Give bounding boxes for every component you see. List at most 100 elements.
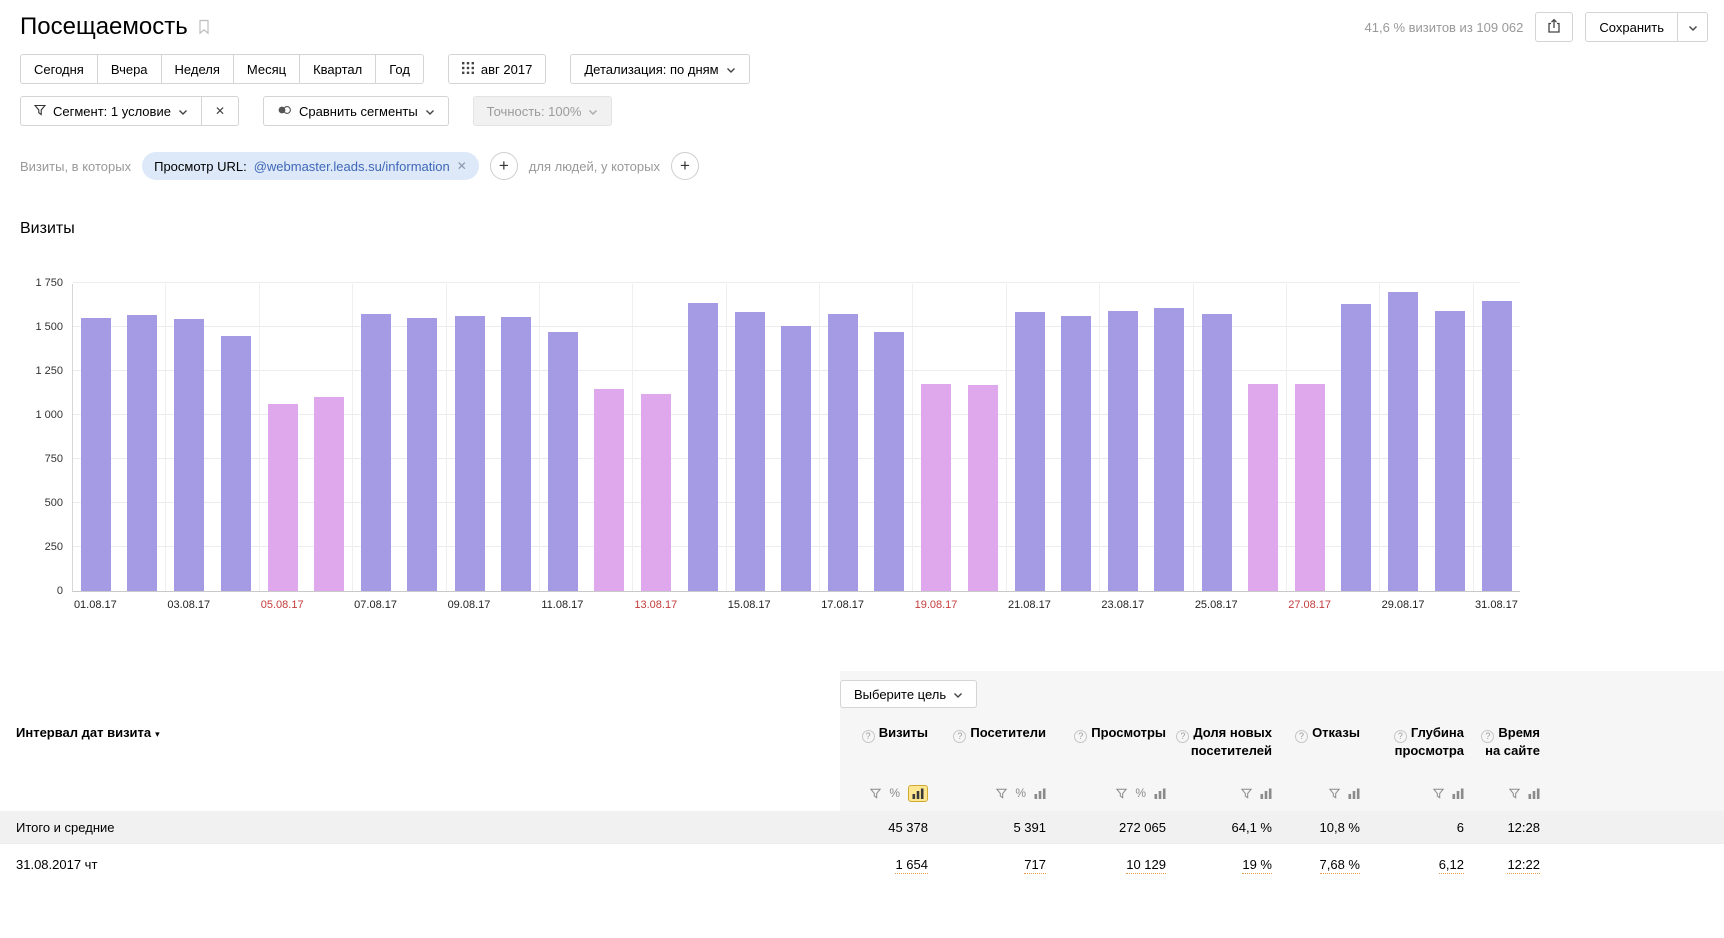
metrica-traffic-page: Посещаемость 41,6 % визитов из 109 062 С… xyxy=(0,0,1724,938)
column-header-0[interactable]: ? Визиты xyxy=(840,725,938,744)
detail-level-button[interactable]: Детализация: по дням xyxy=(570,54,750,84)
bar-30.08.17[interactable] xyxy=(1434,311,1465,591)
period-preset-3[interactable]: Месяц xyxy=(232,54,301,84)
value-link[interactable]: 10 129 xyxy=(1126,857,1166,874)
chevron-down-icon xyxy=(178,104,188,119)
bar-14.08.17[interactable] xyxy=(687,303,718,591)
help-icon[interactable]: ? xyxy=(1074,730,1088,744)
filter-tool-icon[interactable] xyxy=(1329,788,1340,799)
help-icon[interactable]: ? xyxy=(1295,730,1309,744)
add-people-condition-button[interactable]: + xyxy=(670,152,699,180)
bar-01.08.17[interactable] xyxy=(81,318,112,591)
value-link[interactable]: 6,12 xyxy=(1438,857,1464,874)
bar-20.08.17[interactable] xyxy=(967,385,998,591)
filter-tool-icon[interactable] xyxy=(1509,788,1520,799)
bar-19.08.17[interactable] xyxy=(921,384,952,591)
percent-tool-icon[interactable]: % xyxy=(889,786,900,800)
column-header-1[interactable]: ? Посетители xyxy=(938,725,1056,744)
bar-06.08.17[interactable] xyxy=(314,397,345,591)
percent-tool-icon[interactable]: % xyxy=(1015,786,1026,800)
chevron-down-icon xyxy=(726,62,736,77)
chart-tool-icon[interactable] xyxy=(1348,788,1360,799)
save-button[interactable]: Сохранить xyxy=(1585,12,1678,42)
bar-25.08.17[interactable] xyxy=(1201,314,1232,591)
bar-26.08.17[interactable] xyxy=(1247,384,1278,591)
bar-05.08.17[interactable] xyxy=(267,404,298,591)
month-picker-button[interactable]: авг 2017 xyxy=(447,54,547,84)
value-link[interactable]: 7,68 % xyxy=(1319,857,1360,874)
percent-tool-icon[interactable]: % xyxy=(1135,786,1146,800)
column-header-6[interactable]: ? Время на сайте xyxy=(1474,725,1550,760)
bar-15.08.17[interactable] xyxy=(734,312,765,591)
bar-03.08.17[interactable] xyxy=(174,319,205,591)
x-tick-slot xyxy=(1240,599,1287,611)
bar-31.08.17[interactable] xyxy=(1481,301,1512,591)
column-header-4[interactable]: ? Отказы xyxy=(1282,725,1370,744)
value-link[interactable]: 1 654 xyxy=(895,857,928,874)
x-tick-label: 25.08.17 xyxy=(1194,599,1238,611)
x-tick-slot xyxy=(866,599,913,611)
bar-13.08.17[interactable] xyxy=(641,394,672,591)
period-preset-0[interactable]: Сегодня xyxy=(20,54,98,84)
chart-tool-icon[interactable] xyxy=(1528,788,1540,799)
compare-segments-button[interactable]: Сравнить сегменты xyxy=(263,96,449,126)
bar-09.08.17[interactable] xyxy=(454,316,485,591)
column-header-2[interactable]: ? Просмотры xyxy=(1056,725,1176,744)
select-goal-button[interactable]: Выберите цель xyxy=(840,680,978,708)
value-link[interactable]: 12:22 xyxy=(1507,857,1540,874)
bar-21.08.17[interactable] xyxy=(1014,312,1045,591)
segment-button[interactable]: Сегмент: 1 условие xyxy=(20,96,202,126)
bar-18.08.17[interactable] xyxy=(874,332,905,591)
save-dropdown-button[interactable] xyxy=(1678,12,1708,42)
filter-tool-icon[interactable] xyxy=(1433,788,1444,799)
dimension-header[interactable]: Интервал дат визита ▾ xyxy=(0,725,840,740)
add-visit-condition-button[interactable]: + xyxy=(489,152,518,180)
chip-value-link[interactable]: @webmaster.leads.su/information xyxy=(254,159,450,174)
bookmark-icon[interactable] xyxy=(198,19,210,35)
bar-28.08.17[interactable] xyxy=(1341,304,1372,591)
period-preset-2[interactable]: Неделя xyxy=(160,54,234,84)
bar-12.08.17[interactable] xyxy=(594,389,625,591)
bar-11.08.17[interactable] xyxy=(547,332,578,591)
url-filter-chip[interactable]: Просмотр URL: @webmaster.leads.su/inform… xyxy=(142,152,479,180)
export-button[interactable] xyxy=(1535,12,1574,42)
filter-tool-icon[interactable] xyxy=(1116,788,1128,799)
period-preset-4[interactable]: Квартал xyxy=(299,54,377,84)
help-icon[interactable]: ? xyxy=(1176,730,1190,744)
bar-07.08.17[interactable] xyxy=(361,314,392,591)
chart-tool-icon[interactable] xyxy=(1452,788,1464,799)
segment-clear-button[interactable]: ✕ xyxy=(200,96,240,126)
column-header-5[interactable]: ? Глубина просмотра xyxy=(1370,725,1474,760)
filter-tool-icon[interactable] xyxy=(996,788,1008,799)
period-preset-1[interactable]: Вчера xyxy=(96,54,162,84)
value-link[interactable]: 717 xyxy=(1024,857,1046,874)
x-tick-slot xyxy=(1333,599,1380,611)
chart-tool-icon[interactable] xyxy=(908,784,928,802)
chart-tool-icon[interactable] xyxy=(1154,788,1166,799)
column-header-3[interactable]: ? Доля новых посетителей xyxy=(1176,725,1282,760)
bar-24.08.17[interactable] xyxy=(1154,308,1185,591)
filter-tool-icon[interactable] xyxy=(1241,788,1252,799)
help-icon[interactable]: ? xyxy=(953,730,967,744)
bar-27.08.17[interactable] xyxy=(1294,384,1325,591)
accuracy-button[interactable]: Точность: 100% xyxy=(472,96,613,126)
filter-tool-icon[interactable] xyxy=(870,788,882,799)
bar-23.08.17[interactable] xyxy=(1108,311,1139,591)
bar-10.08.17[interactable] xyxy=(500,317,531,591)
column-tools-3 xyxy=(1176,788,1282,799)
bar-17.08.17[interactable] xyxy=(828,314,859,591)
bar-08.08.17[interactable] xyxy=(407,318,438,591)
bar-04.08.17[interactable] xyxy=(220,336,251,591)
help-icon[interactable]: ? xyxy=(861,730,875,744)
chart-tool-icon[interactable] xyxy=(1260,788,1272,799)
bar-22.08.17[interactable] xyxy=(1061,316,1092,591)
chip-close-icon[interactable]: ✕ xyxy=(457,159,467,173)
period-preset-5[interactable]: Год xyxy=(375,54,424,84)
value-link[interactable]: 19 % xyxy=(1242,857,1272,874)
bar-02.08.17[interactable] xyxy=(127,315,158,591)
help-icon[interactable]: ? xyxy=(1481,730,1495,744)
bar-29.08.17[interactable] xyxy=(1388,292,1419,591)
chart-tool-icon[interactable] xyxy=(1034,788,1046,799)
bar-16.08.17[interactable] xyxy=(780,326,811,591)
help-icon[interactable]: ? xyxy=(1393,730,1407,744)
